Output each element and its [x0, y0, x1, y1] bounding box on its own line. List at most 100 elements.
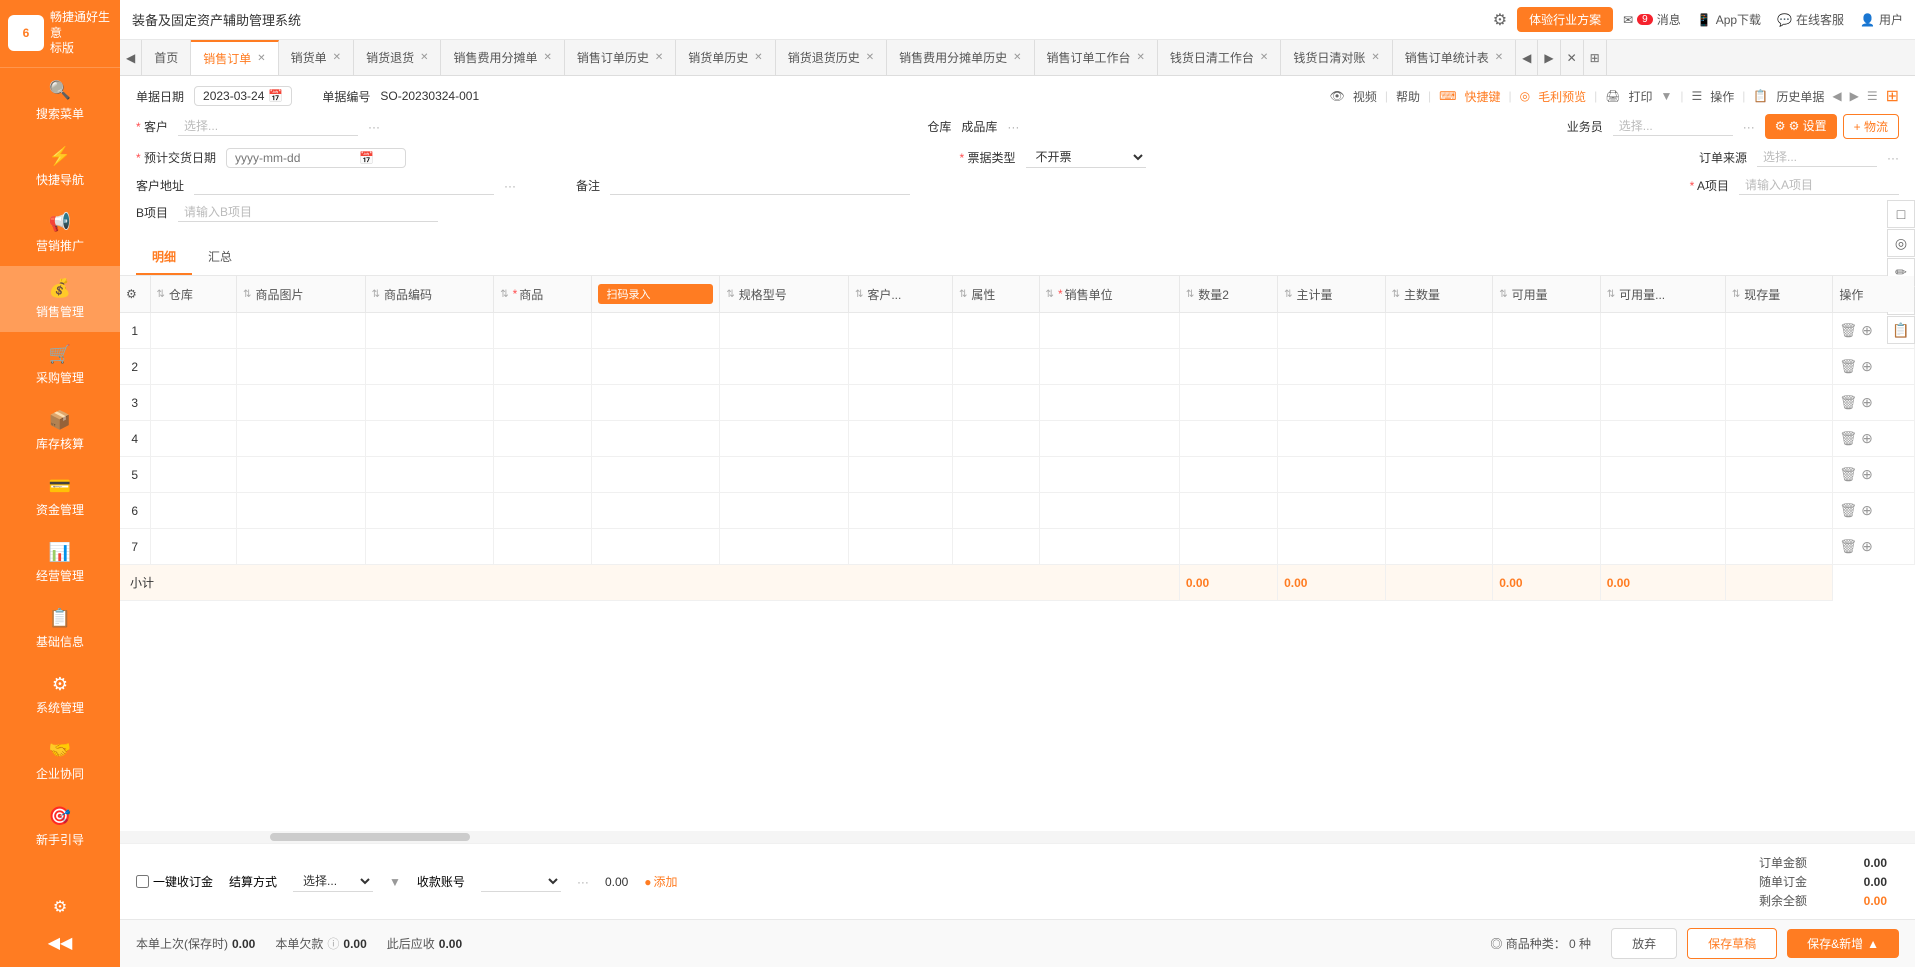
table-wrapper[interactable]: ⚙⇅仓库⇅商品图片⇅商品编码⇅*商品扫码录入⇅规格型号⇅客户...⇅属性⇅*销售…	[120, 276, 1915, 831]
cell-2-1[interactable]	[150, 349, 237, 385]
cell-1-13[interactable]	[1493, 313, 1601, 349]
cell-3-15[interactable]	[1725, 385, 1833, 421]
sidebar-item-采购管理[interactable]: 🛒采购管理	[0, 332, 120, 398]
cell-5-14[interactable]	[1600, 457, 1725, 493]
tab-close-icon[interactable]: ✕	[655, 52, 663, 63]
cell-5-3[interactable]	[365, 457, 494, 493]
cell-5-7[interactable]	[848, 457, 952, 493]
cell-2-11[interactable]	[1278, 349, 1386, 385]
copy-icon-7[interactable]: ⊕	[1861, 538, 1873, 555]
cell-3-10[interactable]	[1179, 385, 1277, 421]
cell-5-4[interactable]	[494, 457, 592, 493]
cell-2-6[interactable]	[720, 349, 849, 385]
cell-1-3[interactable]	[365, 313, 494, 349]
cell-2-4[interactable]	[494, 349, 592, 385]
th-可用量...[interactable]: ⇅可用量...	[1600, 276, 1725, 313]
cell-2-9[interactable]	[1039, 349, 1179, 385]
cell-5-1[interactable]	[150, 457, 237, 493]
th-属性[interactable]: ⇅属性	[953, 276, 1040, 313]
print-arrow[interactable]: ▼	[1660, 89, 1672, 103]
tab-销售订单工作台[interactable]: 销售订单工作台✕	[1035, 40, 1158, 75]
cell-6-11[interactable]	[1278, 493, 1386, 529]
cell-7-5[interactable]	[592, 529, 720, 565]
th-规格型号[interactable]: ⇅规格型号	[720, 276, 849, 313]
cell-6-3[interactable]	[365, 493, 494, 529]
invoice-select[interactable]: 不开票	[1026, 147, 1146, 168]
quick-checkout-checkbox[interactable]: 一键收订金	[136, 873, 213, 890]
order-source-dots[interactable]: ···	[1887, 151, 1899, 165]
tab-钱货日清工作台[interactable]: 钱货日清工作台✕	[1158, 40, 1281, 75]
add-btn[interactable]: ● 添加	[644, 873, 677, 890]
payment-arrow[interactable]: ▼	[389, 875, 401, 889]
sort-icon[interactable]: ⇅	[1732, 289, 1740, 300]
cell-5-12[interactable]	[1385, 457, 1493, 493]
cell-2-8[interactable]	[953, 349, 1040, 385]
detail-tab-汇总[interactable]: 汇总	[192, 240, 248, 275]
shortcut-label[interactable]: 快捷键	[1464, 88, 1500, 105]
account-select[interactable]	[481, 871, 561, 892]
cell-4-11[interactable]	[1278, 421, 1386, 457]
sidebar-item-系统管理[interactable]: ⚙系统管理	[0, 662, 120, 728]
delete-icon-2[interactable]: 🗑	[1839, 358, 1857, 375]
cell-3-7[interactable]	[848, 385, 952, 421]
tab-prev-btn[interactable]: ◀	[120, 40, 142, 75]
account-dots[interactable]: ···	[577, 875, 589, 889]
cell-3-4[interactable]	[494, 385, 592, 421]
print-label[interactable]: 打印	[1628, 88, 1652, 105]
cell-6-9[interactable]	[1039, 493, 1179, 529]
cell-6-5[interactable]	[592, 493, 720, 529]
tab-nav-btn-3[interactable]: ⊞	[1584, 40, 1607, 75]
cell-6-14[interactable]	[1600, 493, 1725, 529]
cell-7-15[interactable]	[1725, 529, 1833, 565]
salesperson-input[interactable]	[1613, 117, 1733, 136]
cell-3-3[interactable]	[365, 385, 494, 421]
cell-7-8[interactable]	[953, 529, 1040, 565]
sort-icon[interactable]: ⇅	[157, 289, 165, 300]
cell-7-13[interactable]	[1493, 529, 1601, 565]
cell-3-9[interactable]	[1039, 385, 1179, 421]
sort-icon[interactable]: ⇅	[855, 289, 863, 300]
tab-钱货日清对账[interactable]: 钱货日清对账✕	[1281, 40, 1392, 75]
tab-close-icon[interactable]: ✕	[257, 53, 265, 64]
sidebar-item-基础信息[interactable]: 📋基础信息	[0, 596, 120, 662]
delete-icon-1[interactable]: 🗑	[1839, 322, 1857, 339]
tab-close-icon[interactable]: ✕	[543, 52, 551, 63]
th-现存量[interactable]: ⇅现存量	[1725, 276, 1833, 313]
cell-4-3[interactable]	[365, 421, 494, 457]
tab-nav-btn-1[interactable]: ▶	[1538, 40, 1560, 75]
sidebar-item-搜索菜单[interactable]: 🔍搜索菜单	[0, 68, 120, 134]
cell-7-9[interactable]	[1039, 529, 1179, 565]
cell-7-2[interactable]	[237, 529, 366, 565]
cell-4-12[interactable]	[1385, 421, 1493, 457]
tab-close-icon[interactable]: ✕	[1371, 52, 1379, 63]
cell-1-6[interactable]	[720, 313, 849, 349]
cell-2-13[interactable]	[1493, 349, 1601, 385]
cell-2-12[interactable]	[1385, 349, 1493, 385]
salesperson-dots[interactable]: ···	[1743, 120, 1755, 134]
tab-nav-btn-2[interactable]: ✕	[1561, 40, 1584, 75]
cell-5-11[interactable]	[1278, 457, 1386, 493]
app-download-btn[interactable]: 📱 App下载	[1697, 11, 1761, 28]
cell-6-1[interactable]	[150, 493, 237, 529]
th-数量2[interactable]: ⇅数量2	[1179, 276, 1277, 313]
copy-icon-3[interactable]: ⊕	[1861, 394, 1873, 411]
delete-icon-6[interactable]: 🗑	[1839, 502, 1857, 519]
sort-icon[interactable]: ⇅	[959, 289, 967, 300]
view-label[interactable]: 视频	[1353, 88, 1377, 105]
save-draft-btn[interactable]: 保存草稿	[1687, 928, 1777, 959]
cell-2-7[interactable]	[848, 349, 952, 385]
address-input[interactable]	[194, 176, 494, 195]
industry-btn[interactable]: 体验行业方案	[1517, 7, 1613, 32]
tab-销货退货[interactable]: 销货退货✕	[354, 40, 441, 75]
settings-bottom-icon[interactable]: ⚙	[49, 893, 71, 921]
warehouse-dots[interactable]: ···	[1007, 120, 1019, 134]
tab-close-icon[interactable]: ✕	[1137, 52, 1145, 63]
a-project-input[interactable]	[1739, 176, 1899, 195]
cell-1-4[interactable]	[494, 313, 592, 349]
tab-销货单[interactable]: 销货单✕	[279, 40, 354, 75]
tab-close-icon[interactable]: ✕	[1013, 52, 1021, 63]
cell-1-14[interactable]	[1600, 313, 1725, 349]
cell-2-2[interactable]	[237, 349, 366, 385]
th-仓库[interactable]: ⇅仓库	[150, 276, 237, 313]
customer-input[interactable]	[178, 117, 358, 136]
